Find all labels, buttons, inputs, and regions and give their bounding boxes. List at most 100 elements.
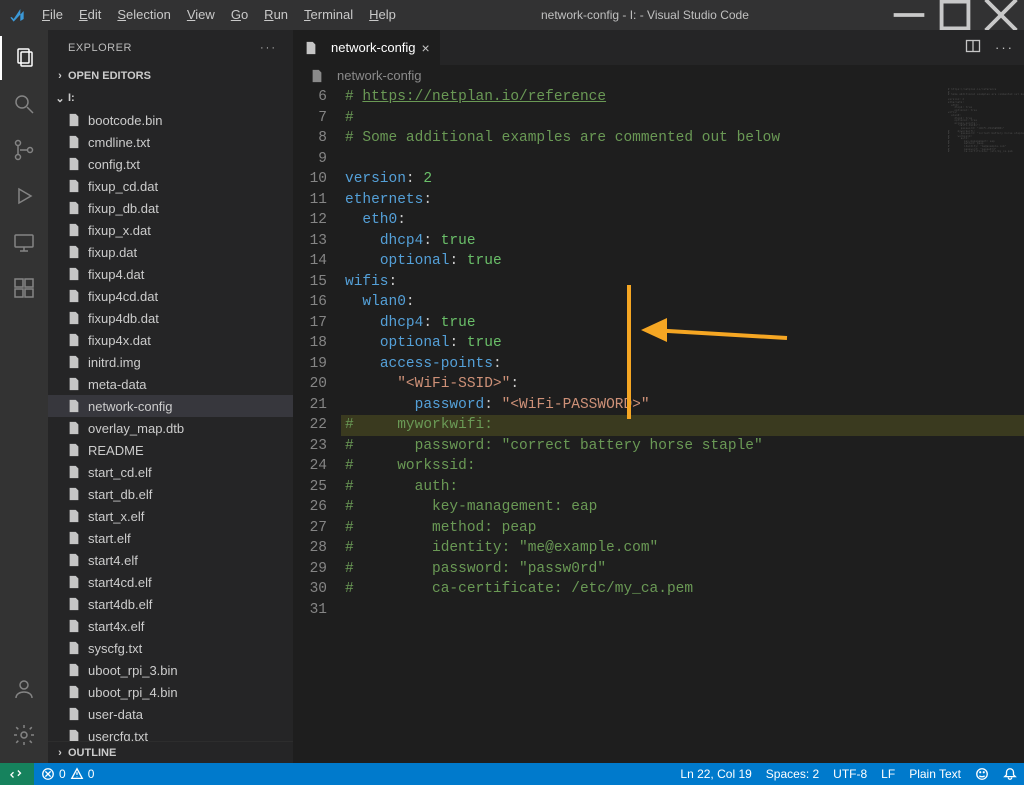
code-line[interactable]: # myworkwifi: <box>341 415 1024 436</box>
file-item[interactable]: start.elf <box>48 527 293 549</box>
menu-run[interactable]: Run <box>256 0 296 30</box>
code-line[interactable]: access-points: <box>345 354 1024 375</box>
code-line[interactable]: "<WiFi-SSID>": <box>345 374 1024 395</box>
status-notifications-icon[interactable] <box>996 763 1024 785</box>
activity-accounts-icon[interactable] <box>0 667 48 711</box>
open-editors-section[interactable]: › OPEN EDITORS <box>48 65 293 87</box>
code-line[interactable]: # workssid: <box>345 456 1024 477</box>
code-line[interactable]: version: 2 <box>345 169 1024 190</box>
code-line[interactable]: dhcp4: true <box>345 231 1024 252</box>
file-item[interactable]: usercfg.txt <box>48 725 293 741</box>
chevron-right-icon: › <box>52 70 68 82</box>
tab-close-icon[interactable]: × <box>422 40 430 56</box>
activity-explorer-icon[interactable] <box>0 36 48 80</box>
file-item[interactable]: start_cd.elf <box>48 461 293 483</box>
file-item[interactable]: start4.elf <box>48 549 293 571</box>
file-item[interactable]: syscfg.txt <box>48 637 293 659</box>
code-line[interactable]: wifis: <box>345 272 1024 293</box>
code-line[interactable]: optional: true <box>345 251 1024 272</box>
close-button[interactable] <box>978 0 1024 30</box>
activity-search-icon[interactable] <box>0 82 48 126</box>
file-item[interactable]: fixup_db.dat <box>48 197 293 219</box>
file-item[interactable]: fixup4.dat <box>48 263 293 285</box>
file-item[interactable]: initrd.img <box>48 351 293 373</box>
file-item[interactable]: uboot_rpi_4.bin <box>48 681 293 703</box>
explorer-more-icon[interactable]: ··· <box>260 42 277 54</box>
code-line[interactable] <box>345 149 1024 170</box>
code-line[interactable]: # auth: <box>345 477 1024 498</box>
status-problems[interactable]: 0 0 <box>34 763 101 785</box>
minimize-button[interactable] <box>886 0 932 30</box>
file-item[interactable]: overlay_map.dtb <box>48 417 293 439</box>
status-encoding[interactable]: UTF-8 <box>826 763 874 785</box>
file-item[interactable]: cmdline.txt <box>48 131 293 153</box>
file-item[interactable]: meta-data <box>48 373 293 395</box>
activity-settings-icon[interactable] <box>0 713 48 757</box>
file-item[interactable]: fixup_x.dat <box>48 219 293 241</box>
file-item[interactable]: start4x.elf <box>48 615 293 637</box>
menu-file[interactable]: File <box>34 0 71 30</box>
file-item[interactable]: fixup4db.dat <box>48 307 293 329</box>
file-item[interactable]: config.txt <box>48 153 293 175</box>
code-line[interactable]: # password: "correct battery horse stapl… <box>345 436 1024 457</box>
status-indent[interactable]: Spaces: 2 <box>759 763 826 785</box>
menu-help[interactable]: Help <box>361 0 404 30</box>
split-editor-icon[interactable] <box>965 38 981 57</box>
activity-extensions-icon[interactable] <box>0 266 48 310</box>
file-item[interactable]: fixup4cd.dat <box>48 285 293 307</box>
status-cursor-pos[interactable]: Ln 22, Col 19 <box>673 763 758 785</box>
menu-selection[interactable]: Selection <box>109 0 178 30</box>
file-item[interactable]: fixup4x.dat <box>48 329 293 351</box>
file-item[interactable]: fixup.dat <box>48 241 293 263</box>
editor-more-icon[interactable]: ··· <box>995 40 1014 55</box>
status-remote-button[interactable] <box>0 763 34 785</box>
file-label: start_x.elf <box>88 509 144 524</box>
code-line[interactable]: # identity: "me@example.com" <box>345 538 1024 559</box>
editor-tab-network-config[interactable]: network-config × <box>293 30 441 65</box>
file-item[interactable]: uboot_rpi_3.bin <box>48 659 293 681</box>
outline-label: OUTLINE <box>68 747 116 759</box>
file-item[interactable]: bootcode.bin <box>48 109 293 131</box>
editor-body[interactable]: 6 7 8 9 10 11 12 13 14 15 16 17 18 19 20… <box>293 87 1024 763</box>
file-item[interactable]: fixup_cd.dat <box>48 175 293 197</box>
breadcrumb[interactable]: network-config <box>293 65 1024 87</box>
file-item[interactable]: start_db.elf <box>48 483 293 505</box>
code-line[interactable]: ethernets: <box>345 190 1024 211</box>
file-label: meta-data <box>88 377 147 392</box>
code-line[interactable]: # <box>345 108 1024 129</box>
code-line[interactable]: # method: peap <box>345 518 1024 539</box>
activity-remote-icon[interactable] <box>0 220 48 264</box>
activity-source-control-icon[interactable] <box>0 128 48 172</box>
outline-section[interactable]: › OUTLINE <box>48 741 293 763</box>
menu-edit[interactable]: Edit <box>71 0 109 30</box>
code-line[interactable]: dhcp4: true <box>345 313 1024 334</box>
file-item[interactable]: start_x.elf <box>48 505 293 527</box>
file-item[interactable]: README <box>48 439 293 461</box>
maximize-button[interactable] <box>932 0 978 30</box>
file-item[interactable]: user-data <box>48 703 293 725</box>
file-item[interactable]: network-config <box>48 395 293 417</box>
code-line[interactable]: wlan0: <box>345 292 1024 313</box>
menu-terminal[interactable]: Terminal <box>296 0 361 30</box>
status-eol[interactable]: LF <box>874 763 902 785</box>
file-item[interactable]: start4cd.elf <box>48 571 293 593</box>
code-line[interactable]: password: "<WiFi-PASSWORD>" <box>345 395 1024 416</box>
menu-go[interactable]: Go <box>223 0 256 30</box>
file-item[interactable]: start4db.elf <box>48 593 293 615</box>
code-line[interactable]: eth0: <box>345 210 1024 231</box>
code-line[interactable]: # Some additional examples are commented… <box>345 128 1024 149</box>
code-line[interactable]: # https://netplan.io/reference <box>345 87 1024 108</box>
code-line[interactable] <box>345 600 1024 621</box>
code-line[interactable]: # ca-certificate: /etc/my_ca.pem <box>345 579 1024 600</box>
status-language[interactable]: Plain Text <box>902 763 968 785</box>
code-line[interactable]: optional: true <box>345 333 1024 354</box>
minimap[interactable]: # https://netplan.io/reference # # Some … <box>946 87 1024 157</box>
status-feedback-icon[interactable] <box>968 763 996 785</box>
code-content[interactable]: # https://netplan.io/reference## Some ad… <box>345 87 1024 763</box>
activity-debug-icon[interactable] <box>0 174 48 218</box>
folder-root-section[interactable]: ⌄ I: <box>48 87 293 109</box>
activity-bar <box>0 30 48 763</box>
code-line[interactable]: # key-management: eap <box>345 497 1024 518</box>
menu-view[interactable]: View <box>179 0 223 30</box>
code-line[interactable]: # password: "passw0rd" <box>345 559 1024 580</box>
